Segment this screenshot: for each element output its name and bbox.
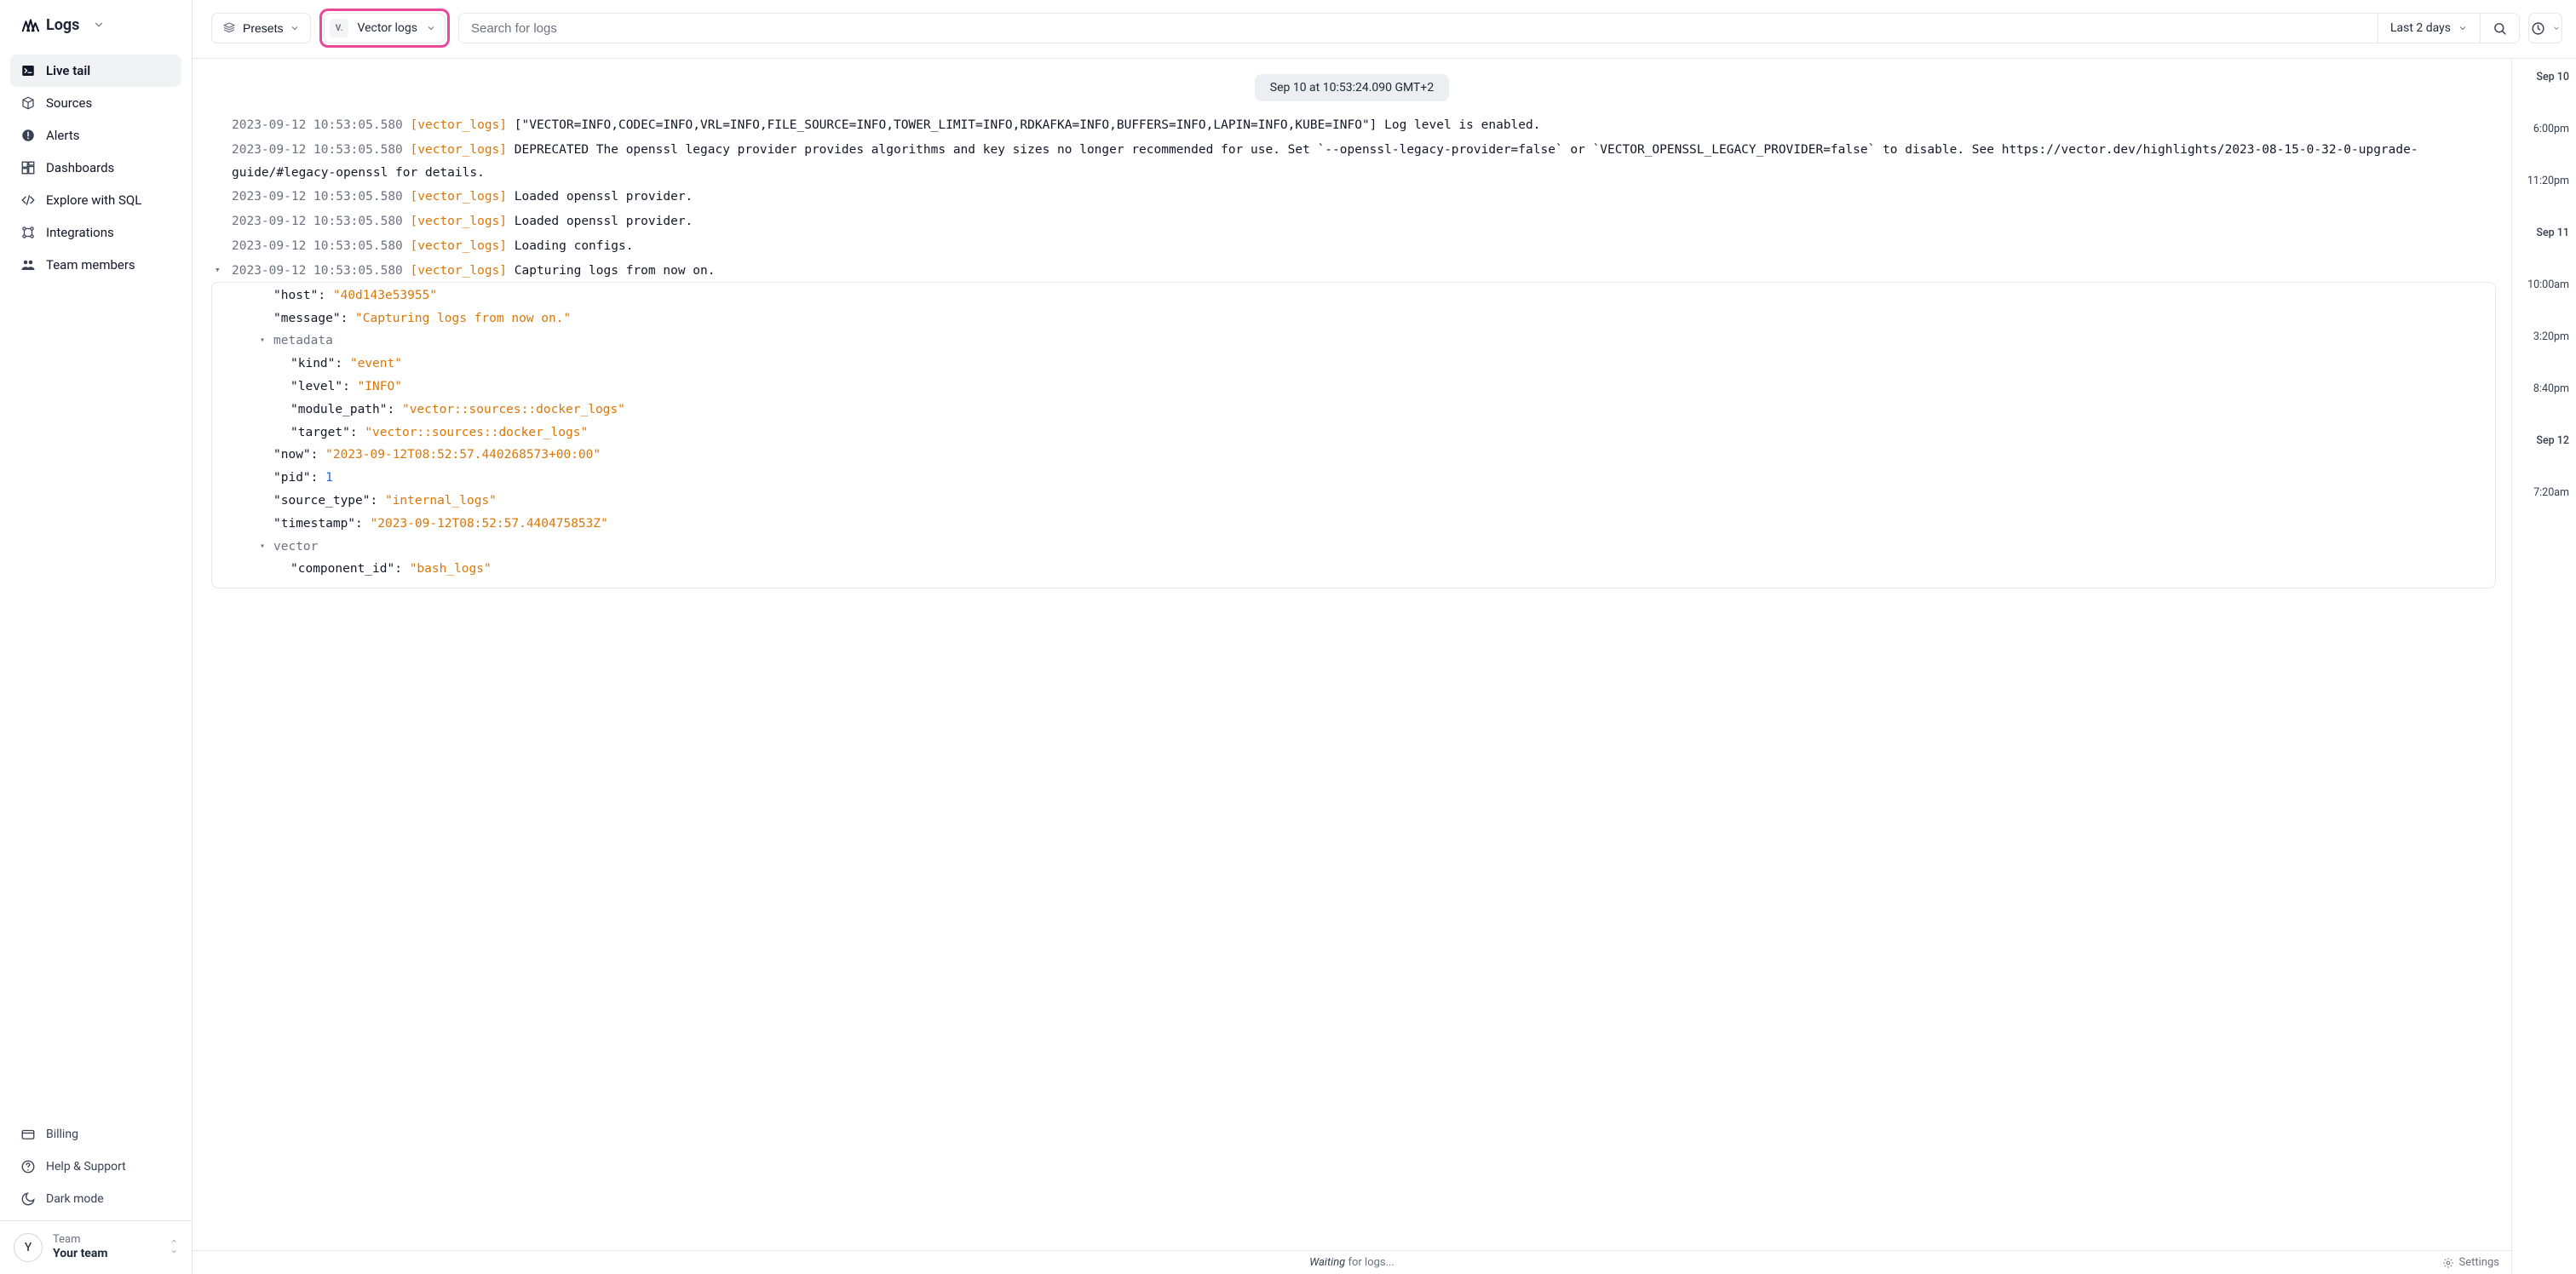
settings-button[interactable]: Settings (2442, 1256, 2499, 1269)
search-bar: Last 2 days (458, 13, 2520, 43)
timeline-tick[interactable]: 3:20pm (2519, 330, 2569, 343)
nav-label: Alerts (46, 128, 80, 143)
app-switcher[interactable]: Logs (0, 0, 192, 49)
search-input[interactable] (459, 14, 2378, 43)
nav-label: Explore with SQL (46, 192, 141, 208)
time-range-selector[interactable]: Last 2 days (2378, 14, 2480, 43)
nav-dashboards[interactable]: Dashboards (10, 152, 181, 184)
source-selector[interactable]: V. Vector logs (324, 13, 446, 43)
log-line[interactable]: 2023-09-12 10:53:05.580 [vector_logs] Lo… (193, 185, 2511, 209)
team-switcher[interactable]: Y Team Your team ⌃⌄ (0, 1220, 192, 1274)
timeline-tick[interactable]: 10:00am (2519, 278, 2569, 291)
nav-label: Live tail (46, 63, 90, 78)
source-badge: V. (330, 19, 348, 37)
timeline-tick[interactable]: 8:40pm (2519, 382, 2569, 395)
search-button[interactable] (2480, 14, 2519, 43)
chevron-down-icon (290, 23, 300, 33)
moon-icon (20, 1191, 36, 1207)
nav-label: Dashboards (46, 160, 114, 175)
dashboard-icon (20, 160, 36, 175)
timeline-scrubber[interactable]: Sep 10 6:00pm 11:20pm Sep 11 10:00am 3:20pm 8:… (2511, 59, 2576, 1274)
terminal-icon (20, 63, 36, 78)
chevron-down-icon (2552, 24, 2561, 32)
log-line[interactable]: 2023-09-12 10:53:05.580 [vector_logs] Lo… (193, 209, 2511, 234)
log-line[interactable]: 2023-09-12 10:53:05.580 [vector_logs] DE… (193, 138, 2511, 186)
updown-icon: ⌃⌄ (170, 1242, 178, 1253)
source-selector-highlight: V. Vector logs (319, 9, 450, 48)
history-button[interactable] (2528, 13, 2562, 43)
gear-icon (2442, 1257, 2454, 1269)
nav-label: Dark mode (46, 1192, 104, 1206)
sidebar-bottom-nav: Billing Help & Support Dark mode (0, 1113, 192, 1220)
nav-alerts[interactable]: Alerts (10, 119, 181, 152)
source-label: Vector logs (357, 21, 417, 35)
help-icon (20, 1159, 36, 1174)
toolbar: Presets V. Vector logs Last 2 days (193, 0, 2576, 59)
timestamp-divider: Sep 10 at 10:53:24.090 GMT+2 (193, 59, 2511, 113)
alert-icon (20, 128, 36, 143)
nav-label: Help & Support (46, 1160, 126, 1174)
nav-explore-sql[interactable]: Explore with SQL (10, 184, 181, 216)
layers-icon (222, 21, 236, 35)
timeline-tick[interactable]: Sep 10 (2519, 71, 2569, 83)
log-detail: "host": "40d143e53955""message": "Captur… (211, 282, 2496, 589)
team-label: Team (53, 1233, 160, 1247)
clock-icon (2531, 21, 2545, 36)
timeline-tick[interactable]: 6:00pm (2519, 123, 2569, 135)
people-icon (20, 257, 36, 273)
nav-label: Sources (46, 95, 92, 111)
app-title: Logs (46, 16, 79, 34)
integrations-icon (20, 225, 36, 240)
timeline-tick[interactable]: Sep 11 (2519, 227, 2569, 239)
nav-dark-mode[interactable]: Dark mode (10, 1183, 181, 1215)
avatar: Y (14, 1233, 43, 1262)
timeline-tick[interactable]: 11:20pm (2519, 175, 2569, 187)
chevron-down-icon (2458, 23, 2468, 33)
presets-button[interactable]: Presets (211, 13, 311, 43)
code-icon (20, 192, 36, 208)
nav-label: Team members (46, 257, 135, 273)
timeline-tick[interactable]: 7:20am (2519, 486, 2569, 499)
nav-integrations[interactable]: Integrations (10, 216, 181, 249)
nav-help[interactable]: Help & Support (10, 1151, 181, 1183)
log-line[interactable]: 2023-09-12 10:53:05.580 [vector_logs] Lo… (193, 234, 2511, 259)
search-icon (2493, 21, 2507, 36)
logo-icon (20, 15, 39, 34)
sidebar-nav: Live tail Sources Alerts Dashboards Explore … (0, 49, 192, 1113)
cube-icon (20, 95, 36, 111)
nav-sources[interactable]: Sources (10, 87, 181, 119)
sidebar: Logs Live tail Sources Alerts Dashboards Exp… (0, 0, 193, 1274)
nav-label: Billing (46, 1128, 78, 1141)
nav-label: Integrations (46, 225, 114, 240)
nav-billing[interactable]: Billing (10, 1118, 181, 1151)
nav-team-members[interactable]: Team members (10, 249, 181, 281)
status-bar: Waiting for logs... Settings (193, 1250, 2511, 1274)
log-scroll[interactable]: Sep 10 at 10:53:24.090 GMT+2 2023-09-12 … (193, 59, 2511, 1250)
log-line[interactable]: 2023-09-12 10:53:05.580 [vector_logs] ["… (193, 113, 2511, 138)
log-pane: Sep 10 at 10:53:24.090 GMT+2 2023-09-12 … (193, 59, 2511, 1274)
chevron-down-icon (93, 19, 105, 31)
timeline-tick[interactable]: Sep 12 (2519, 434, 2569, 447)
nav-live-tail[interactable]: Live tail (10, 55, 181, 87)
chevron-down-icon (426, 23, 436, 33)
card-icon (20, 1127, 36, 1142)
log-line[interactable]: 2023-09-12 10:53:05.580 [vector_logs] Ca… (193, 259, 2511, 284)
timestamp-chip: Sep 10 at 10:53:24.090 GMT+2 (1255, 74, 1449, 101)
team-name: Your team (53, 1247, 160, 1262)
